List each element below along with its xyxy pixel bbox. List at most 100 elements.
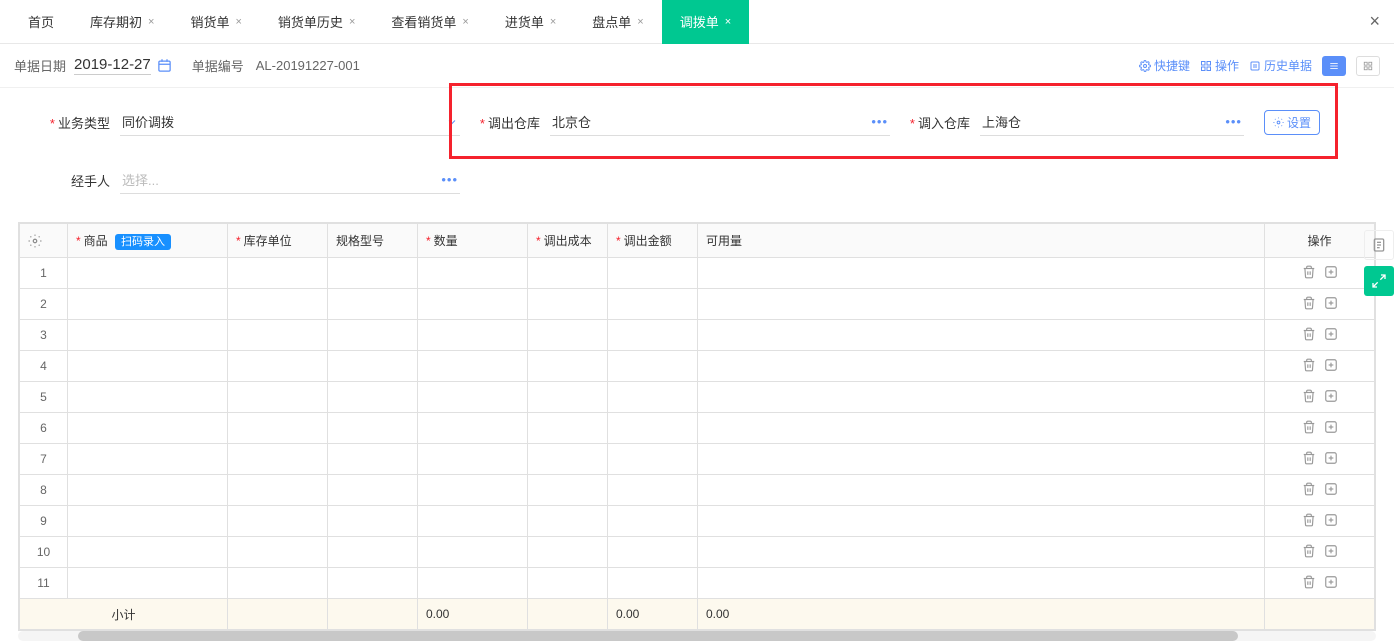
row-number: 2 [20,289,68,320]
col-amount: *调出金额 [608,224,698,258]
delete-row-icon[interactable] [1302,265,1316,279]
row-number: 10 [20,537,68,568]
tab-home[interactable]: 首页 [10,0,72,44]
table-row[interactable]: 11 [20,568,1375,599]
close-icon[interactable]: × [550,16,556,28]
close-all-tabs-icon[interactable]: × [1369,11,1380,32]
delete-row-icon[interactable] [1302,575,1316,589]
col-ops: 操作 [1265,224,1375,258]
table-row[interactable]: 7 [20,444,1375,475]
row-ops [1265,289,1375,320]
row-ops [1265,382,1375,413]
row-number: 5 [20,382,68,413]
add-row-icon[interactable] [1324,575,1338,589]
doc-num-value: AL-20191227-001 [256,58,360,73]
more-icon[interactable]: ••• [1225,114,1242,129]
tab-purchase-order[interactable]: 进货单× [487,0,574,44]
row-number: 8 [20,475,68,506]
table-row[interactable]: 9 [20,506,1375,537]
col-product: *商品 扫码录入 [68,224,228,258]
row-number: 9 [20,506,68,537]
more-icon[interactable]: ••• [871,114,888,129]
delete-row-icon[interactable] [1302,389,1316,403]
add-row-icon[interactable] [1324,544,1338,558]
table-row[interactable]: 6 [20,413,1375,444]
form-area: *业务类型 同价调拨 *调出仓库 北京仓 ••• *调入仓库 上海仓 ••• 设… [0,88,1394,222]
date-label: 单据日期 [14,56,66,75]
toolbar: 单据日期 2019-12-27 单据编号 AL-20191227-001 快捷键… [0,44,1394,88]
operate-link[interactable]: 操作 [1200,57,1239,74]
out-warehouse-select[interactable]: 北京仓 ••• [550,108,890,136]
shortcut-link[interactable]: 快捷键 [1139,57,1190,74]
row-number: 4 [20,351,68,382]
table-row[interactable]: 1 [20,258,1375,289]
delete-row-icon[interactable] [1302,327,1316,341]
add-row-icon[interactable] [1324,296,1338,310]
tabs-bar: 首页 库存期初× 销货单× 销货单历史× 查看销货单× 进货单× 盘点单× 调拨… [0,0,1394,44]
delete-row-icon[interactable] [1302,513,1316,527]
tab-transfer[interactable]: 调拨单× [662,0,749,44]
table-row[interactable]: 10 [20,537,1375,568]
biz-type-row: *业务类型 同价调拨 [30,108,460,136]
tab-inventory-init[interactable]: 库存期初× [72,0,172,44]
add-row-icon[interactable] [1324,420,1338,434]
scrollbar-thumb[interactable] [78,631,1238,641]
settings-button[interactable]: 设置 [1264,110,1320,135]
handler-select[interactable]: 选择... ••• [120,166,460,194]
subtotal-row: 小计 0.00 0.00 0.00 [20,599,1375,630]
chevron-down-icon [446,116,458,128]
add-row-icon[interactable] [1324,513,1338,527]
col-available: 可用量 [698,224,1265,258]
delete-row-icon[interactable] [1302,358,1316,372]
delete-row-icon[interactable] [1302,451,1316,465]
scan-entry-button[interactable]: 扫码录入 [115,234,171,250]
add-row-icon[interactable] [1324,451,1338,465]
close-icon[interactable]: × [462,16,468,28]
table-row[interactable]: 5 [20,382,1375,413]
add-row-icon[interactable] [1324,265,1338,279]
close-icon[interactable]: × [235,16,241,28]
table-row[interactable]: 8 [20,475,1375,506]
col-qty: *数量 [418,224,528,258]
delete-row-icon[interactable] [1302,544,1316,558]
close-icon[interactable]: × [637,16,643,28]
doc-num-label: 单据编号 [192,56,244,75]
delete-row-icon[interactable] [1302,482,1316,496]
date-value[interactable]: 2019-12-27 [74,56,151,75]
tab-sales-order[interactable]: 销货单× [172,0,259,44]
add-row-icon[interactable] [1324,482,1338,496]
table-row[interactable]: 4 [20,351,1375,382]
expand-icon[interactable] [1364,266,1394,296]
row-ops [1265,351,1375,382]
delete-row-icon[interactable] [1302,420,1316,434]
table-row[interactable]: 2 [20,289,1375,320]
table-row[interactable]: 3 [20,320,1375,351]
col-unit: *库存单位 [228,224,328,258]
tab-stocktake[interactable]: 盘点单× [574,0,661,44]
biz-type-select[interactable]: 同价调拨 [120,108,460,136]
close-icon[interactable]: × [148,16,154,28]
close-icon[interactable]: × [349,16,355,28]
horizontal-scrollbar[interactable] [18,631,1376,641]
delete-row-icon[interactable] [1302,296,1316,310]
more-icon[interactable]: ••• [441,172,458,187]
items-table: *商品 扫码录入 *库存单位 规格型号 *数量 *调出成本 *调出金额 可用量 … [18,222,1376,631]
row-number: 1 [20,258,68,289]
row-ops [1265,568,1375,599]
view-list-icon[interactable] [1322,56,1346,76]
history-link[interactable]: 历史单据 [1249,57,1312,74]
add-row-icon[interactable] [1324,358,1338,372]
tab-sales-history[interactable]: 销货单历史× [260,0,373,44]
row-ops [1265,413,1375,444]
col-cost: *调出成本 [528,224,608,258]
in-warehouse-select[interactable]: 上海仓 ••• [980,108,1244,136]
view-grid-icon[interactable] [1356,56,1380,76]
notes-icon[interactable] [1364,230,1394,260]
tab-view-sales[interactable]: 查看销货单× [373,0,486,44]
out-warehouse-row: *调出仓库 北京仓 ••• [460,108,890,136]
table-settings-header[interactable] [20,224,68,258]
calendar-icon[interactable] [157,58,172,73]
add-row-icon[interactable] [1324,389,1338,403]
close-icon[interactable]: × [725,16,731,28]
add-row-icon[interactable] [1324,327,1338,341]
